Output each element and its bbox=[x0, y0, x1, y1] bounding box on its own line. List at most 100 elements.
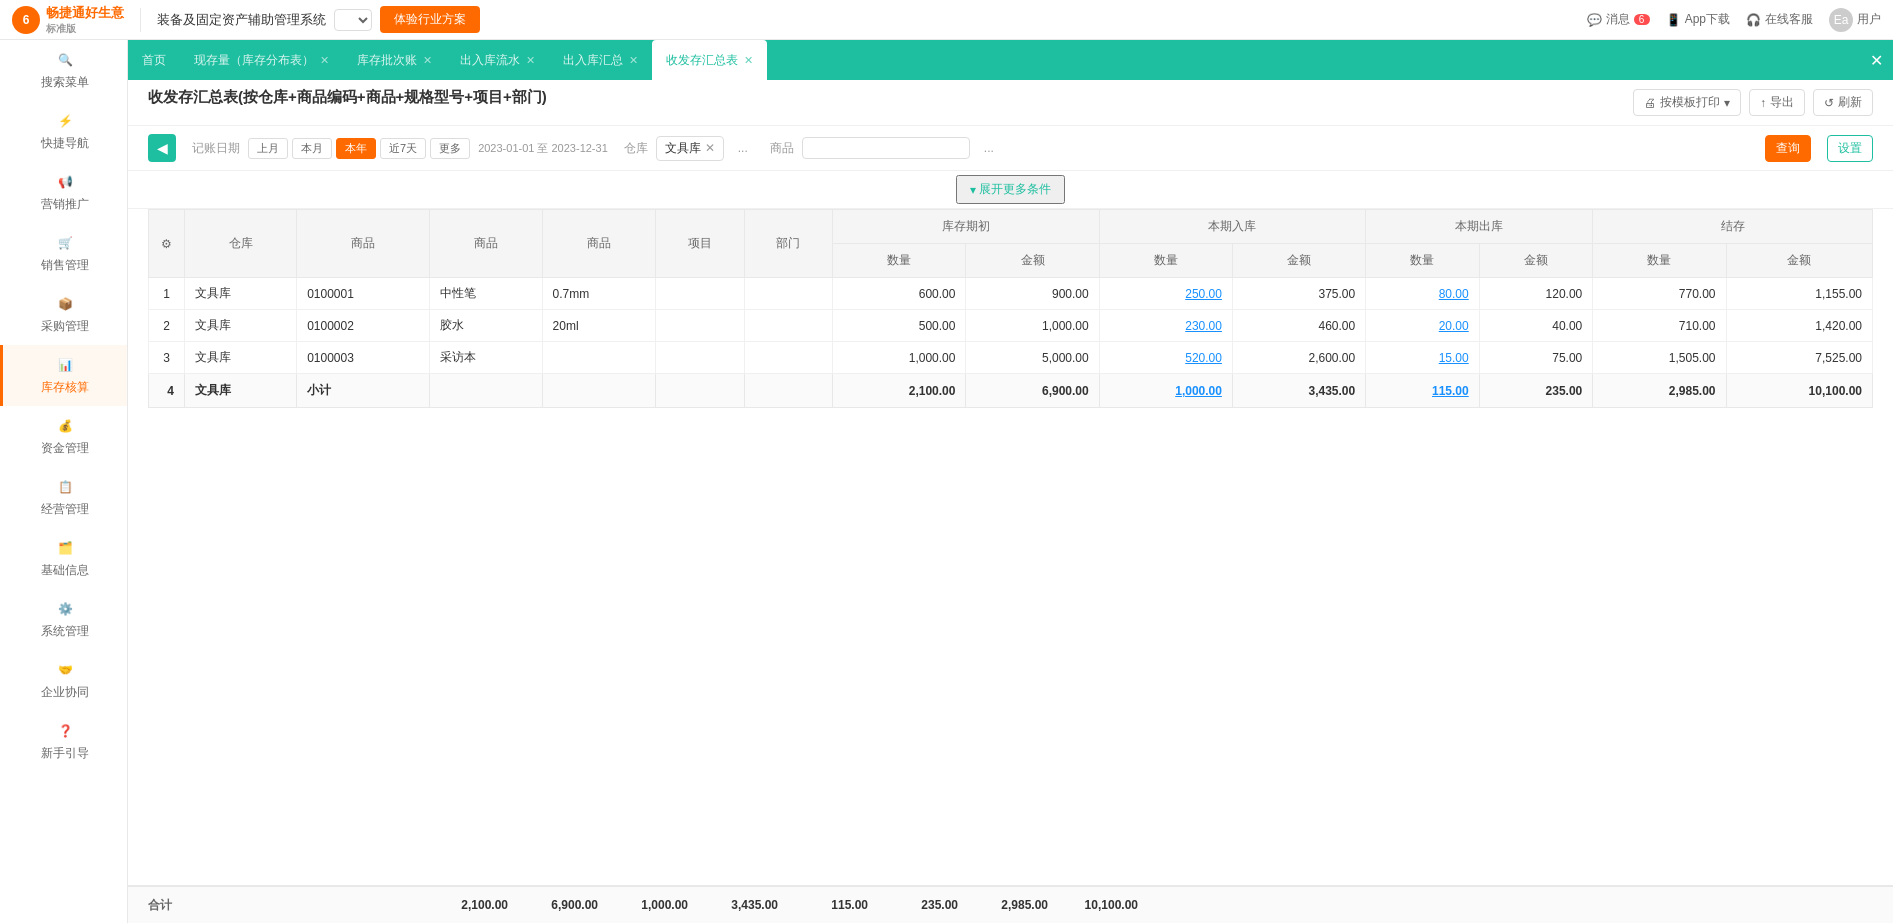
logo-tag: 标准版 bbox=[46, 22, 124, 36]
tab-in-out-summary[interactable]: 出入库汇总 ✕ bbox=[549, 40, 652, 80]
row-in-qty[interactable]: 520.00 bbox=[1099, 342, 1232, 374]
subtotal-warehouse: 文具库 bbox=[185, 374, 297, 408]
filter-collapse-button[interactable]: ◀ bbox=[148, 134, 176, 162]
marketing-icon: 📢 bbox=[55, 172, 75, 192]
goods-more[interactable]: ... bbox=[978, 139, 1000, 157]
date-btn-this-month[interactable]: 本月 bbox=[292, 138, 332, 159]
subtotal-out-qty[interactable]: 115.00 bbox=[1366, 374, 1480, 408]
date-btn-last-month[interactable]: 上月 bbox=[248, 138, 288, 159]
sidebar-label-quick-nav: 快捷导航 bbox=[41, 135, 89, 152]
subtotal-in-qty[interactable]: 1,000.00 bbox=[1099, 374, 1232, 408]
top-header: 6 畅捷通好生意 标准版 装备及固定资产辅助管理系统 体验行业方案 💬 消息 6… bbox=[0, 0, 1893, 40]
print-button[interactable]: 🖨 按模板打印 ▾ bbox=[1633, 89, 1741, 116]
tab-batch-ledger-close[interactable]: ✕ bbox=[423, 54, 432, 67]
tab-stock-summary-close[interactable]: ✕ bbox=[744, 54, 753, 67]
in-qty-link[interactable]: 230.00 bbox=[1185, 319, 1222, 333]
export-button[interactable]: ↑ 导出 bbox=[1749, 89, 1805, 116]
col-settings[interactable]: ⚙ bbox=[149, 210, 185, 278]
row-out-qty[interactable]: 20.00 bbox=[1366, 310, 1480, 342]
query-button[interactable]: 查询 bbox=[1765, 135, 1811, 162]
content-area: 首页 现存量（库存分布表） ✕ 库存批次账 ✕ 出入库流水 ✕ 出入库汇总 ✕ … bbox=[128, 40, 1893, 923]
settings-button[interactable]: 设置 bbox=[1827, 135, 1873, 162]
logo-area: 6 畅捷通好生意 标准版 bbox=[12, 4, 124, 36]
row-dept bbox=[744, 278, 833, 310]
row-project bbox=[656, 278, 745, 310]
date-btn-7days[interactable]: 近7天 bbox=[380, 138, 426, 159]
row-open-qty: 1,000.00 bbox=[833, 342, 966, 374]
user-label: 用户 bbox=[1857, 11, 1881, 28]
row-in-qty[interactable]: 230.00 bbox=[1099, 310, 1232, 342]
system-selector[interactable] bbox=[334, 9, 372, 31]
sidebar-item-finance[interactable]: 💰 资金管理 bbox=[0, 406, 127, 467]
tab-in-out-summary-close[interactable]: ✕ bbox=[629, 54, 638, 67]
refresh-button[interactable]: ↺ 刷新 bbox=[1813, 89, 1873, 116]
subtotal-no: 4 bbox=[149, 374, 185, 408]
avatar: Ea bbox=[1829, 8, 1853, 32]
warehouse-tag-remove[interactable]: ✕ bbox=[705, 141, 715, 155]
messages-action[interactable]: 💬 消息 6 bbox=[1587, 11, 1650, 28]
sidebar-item-system[interactable]: ⚙️ 系统管理 bbox=[0, 589, 127, 650]
row-out-qty[interactable]: 15.00 bbox=[1366, 342, 1480, 374]
sidebar-item-quick-nav[interactable]: ⚡ 快捷导航 bbox=[0, 101, 127, 162]
tab-in-out-flow[interactable]: 出入库流水 ✕ bbox=[446, 40, 549, 80]
row-in-amount: 2,600.00 bbox=[1232, 342, 1365, 374]
warehouse-more[interactable]: ... bbox=[732, 139, 754, 157]
in-qty-link[interactable]: 250.00 bbox=[1185, 287, 1222, 301]
in-qty-link[interactable]: 520.00 bbox=[1185, 351, 1222, 365]
main-layout: 🔍 搜索菜单 ⚡ 快捷导航 📢 营销推广 🛒 销售管理 📦 采购管理 📊 库存核… bbox=[0, 40, 1893, 923]
subtotal-out-qty-link[interactable]: 115.00 bbox=[1432, 384, 1469, 398]
subtotal-in-qty-link[interactable]: 1,000.00 bbox=[1175, 384, 1222, 398]
sidebar-item-inventory[interactable]: 📊 库存核算 bbox=[0, 345, 127, 406]
goods-filter-input[interactable] bbox=[802, 137, 970, 159]
date-btn-this-year[interactable]: 本年 bbox=[336, 138, 376, 159]
row-goods-name: 胶水 bbox=[430, 310, 542, 342]
out-qty-link[interactable]: 20.00 bbox=[1439, 319, 1469, 333]
row-out-qty[interactable]: 80.00 bbox=[1366, 278, 1480, 310]
tab-inventory-dist-close[interactable]: ✕ bbox=[320, 54, 329, 67]
row-goods-name: 中性笔 bbox=[430, 278, 542, 310]
sidebar-item-purchase[interactable]: 📦 采购管理 bbox=[0, 284, 127, 345]
col-dept: 部门 bbox=[744, 210, 833, 278]
subtotal-label: 小计 bbox=[297, 374, 430, 408]
online-service-label: 在线客服 bbox=[1765, 11, 1813, 28]
row-in-amount: 460.00 bbox=[1232, 310, 1365, 342]
row-in-qty[interactable]: 250.00 bbox=[1099, 278, 1232, 310]
row-close-qty: 770.00 bbox=[1593, 278, 1726, 310]
headset-icon: 🎧 bbox=[1746, 13, 1761, 27]
expand-conditions-button[interactable]: ▾ 展开更多条件 bbox=[956, 175, 1065, 204]
col-goods-name: 商品 bbox=[430, 210, 542, 278]
app-download-action[interactable]: 📱 App下载 bbox=[1666, 11, 1730, 28]
tab-in-out-flow-close[interactable]: ✕ bbox=[526, 54, 535, 67]
goods-filter-label: 商品 bbox=[770, 140, 794, 157]
tab-inventory-dist[interactable]: 现存量（库存分布表） ✕ bbox=[180, 40, 343, 80]
search-icon: 🔍 bbox=[55, 50, 75, 70]
page-header-bar: 收发存汇总表(按仓库+商品编码+商品+规格型号+项目+部门) 🖨 按模板打印 ▾… bbox=[128, 80, 1893, 126]
sidebar-item-sales[interactable]: 🛒 销售管理 bbox=[0, 223, 127, 284]
global-close-button[interactable]: ✕ bbox=[1870, 51, 1883, 70]
out-qty-link[interactable]: 80.00 bbox=[1439, 287, 1469, 301]
sidebar-item-operations[interactable]: 📋 经营管理 bbox=[0, 467, 127, 528]
tab-home[interactable]: 首页 bbox=[128, 40, 180, 80]
out-qty-link[interactable]: 15.00 bbox=[1439, 351, 1469, 365]
sidebar-label-purchase: 采购管理 bbox=[41, 318, 89, 335]
warehouse-tag[interactable]: 文具库 ✕ bbox=[656, 136, 724, 161]
sidebar-item-base-info[interactable]: 🗂️ 基础信息 bbox=[0, 528, 127, 589]
sidebar-item-marketing[interactable]: 📢 营销推广 bbox=[0, 162, 127, 223]
sidebar-item-cooperation[interactable]: 🤝 企业协同 bbox=[0, 650, 127, 711]
sales-icon: 🛒 bbox=[55, 233, 75, 253]
tab-batch-ledger[interactable]: 库存批次账 ✕ bbox=[343, 40, 446, 80]
messages-label: 消息 bbox=[1606, 11, 1630, 28]
sidebar-item-beginner[interactable]: ❓ 新手引导 bbox=[0, 711, 127, 772]
footer-out-qty: 115.00 bbox=[788, 898, 878, 912]
date-btn-more[interactable]: 更多 bbox=[430, 138, 470, 159]
subtotal-project bbox=[656, 374, 745, 408]
tab-stock-summary[interactable]: 收发存汇总表 ✕ bbox=[652, 40, 767, 80]
export-icon: ↑ bbox=[1760, 96, 1766, 110]
sidebar-item-search[interactable]: 🔍 搜索菜单 bbox=[0, 40, 127, 101]
row-warehouse: 文具库 bbox=[185, 310, 297, 342]
row-open-amount: 5,000.00 bbox=[966, 342, 1099, 374]
online-service-action[interactable]: 🎧 在线客服 bbox=[1746, 11, 1813, 28]
table-row: 2 文具库 0100002 胶水 20ml 500.00 1,000.00 23… bbox=[149, 310, 1873, 342]
trial-button[interactable]: 体验行业方案 bbox=[380, 6, 480, 33]
user-action[interactable]: Ea 用户 bbox=[1829, 8, 1881, 32]
